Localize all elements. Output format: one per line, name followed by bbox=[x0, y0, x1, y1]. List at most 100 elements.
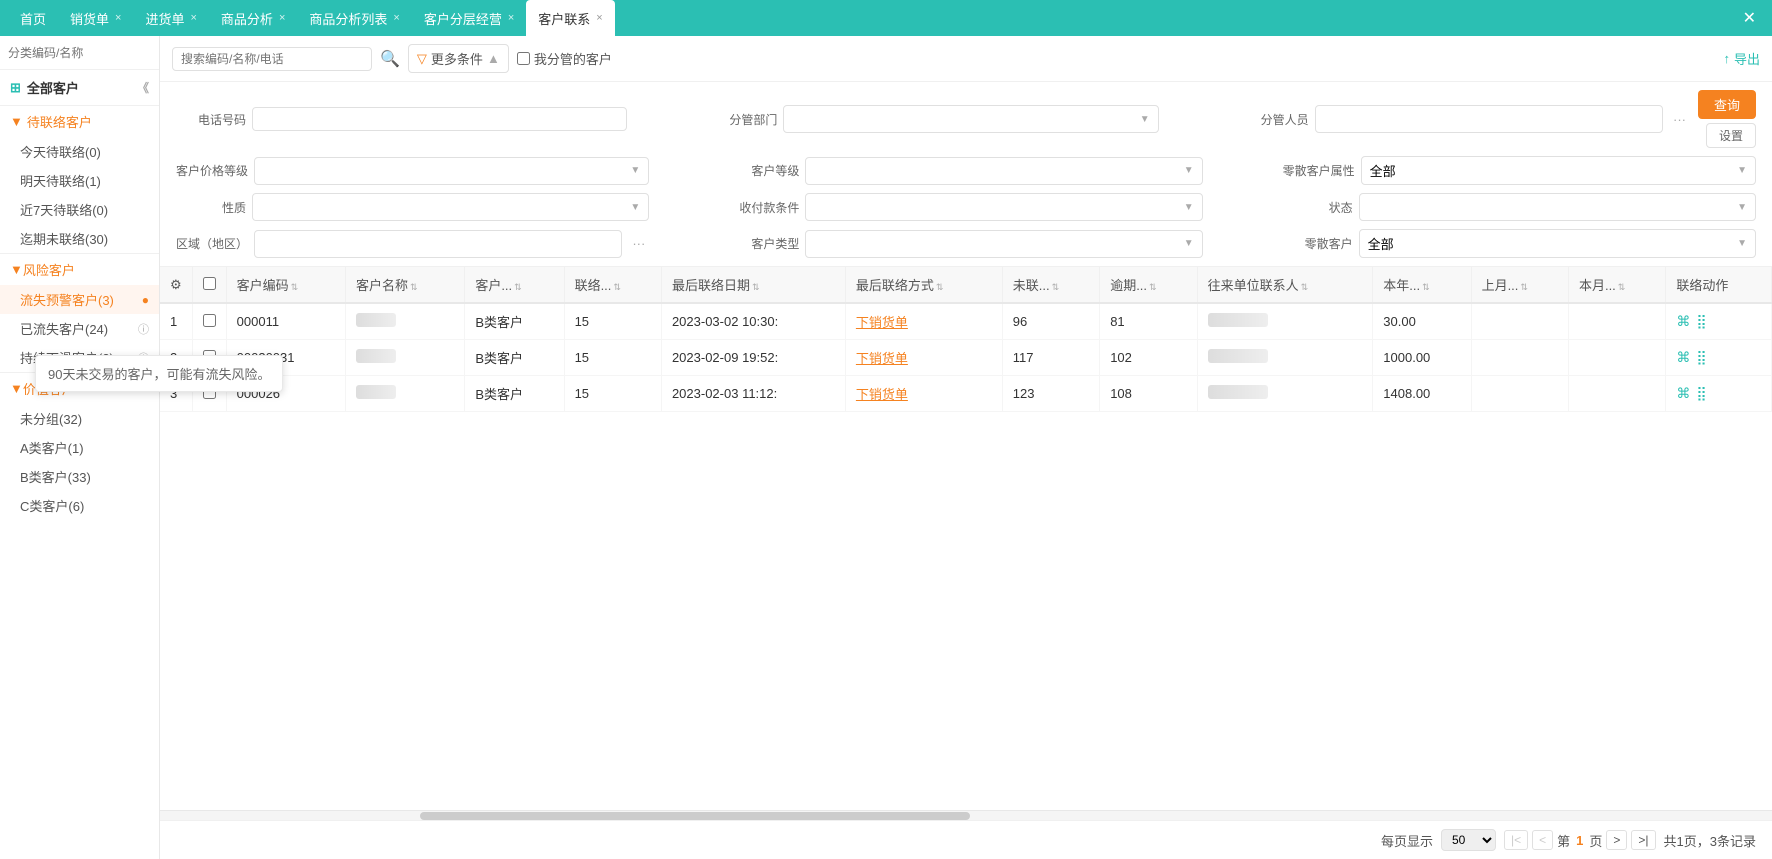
close-icon[interactable]: × bbox=[393, 12, 399, 24]
search-button[interactable]: 🔍 bbox=[380, 49, 400, 69]
per-page-select[interactable]: 50 100 200 bbox=[1441, 829, 1496, 851]
tab-home[interactable]: 首页 bbox=[8, 0, 58, 36]
contact-icon[interactable]: ⌘ bbox=[1676, 385, 1690, 402]
sidebar: 🔍 ⊞ 全部客户 《 ▼ 待联络客户 今天待联络(0) 明天待联络(1) 近7天… bbox=[0, 36, 160, 859]
first-page-button[interactable]: |< bbox=[1504, 830, 1528, 850]
th-uncontact[interactable]: 未联...⇅ bbox=[1002, 267, 1099, 303]
td-overdue: 108 bbox=[1100, 376, 1197, 412]
td-last-method[interactable]: 下销货单 bbox=[845, 303, 1002, 340]
th-overdue[interactable]: 逾期...⇅ bbox=[1100, 267, 1197, 303]
sidebar-item-ungrouped[interactable]: 未分组(32) bbox=[0, 404, 159, 433]
more-dots-icon[interactable]: ··· bbox=[1669, 112, 1690, 127]
sort-arrows-icon: ⇅ bbox=[1301, 282, 1309, 292]
row-checkbox[interactable] bbox=[203, 314, 216, 327]
more-actions-icon[interactable]: ⣿ bbox=[1696, 385, 1706, 402]
search-input[interactable] bbox=[172, 47, 372, 71]
zero-customer-select[interactable]: 全部 ▼ bbox=[1359, 229, 1756, 258]
zero-attr-select[interactable]: 全部 ▼ bbox=[1361, 156, 1756, 185]
sidebar-item-a-class[interactable]: A类客户(1) bbox=[0, 433, 159, 462]
sidebar-item-churn-warning[interactable]: 流失预警客户(3) ● bbox=[0, 285, 159, 314]
th-type[interactable]: 客户...⇅ bbox=[465, 267, 564, 303]
th-name[interactable]: 客户名称⇅ bbox=[345, 267, 464, 303]
th-contact-person[interactable]: 往来单位联系人⇅ bbox=[1197, 267, 1373, 303]
my-customers-checkbox[interactable]: 我分管的客户 bbox=[517, 49, 612, 68]
export-icon: ↑ bbox=[1723, 51, 1730, 66]
type-select[interactable]: ▼ bbox=[805, 230, 1202, 258]
contact-icon[interactable]: ⌘ bbox=[1676, 349, 1690, 366]
payment-select[interactable]: ▼ bbox=[805, 193, 1202, 221]
sidebar-item-7days[interactable]: 近7天待联络(0) bbox=[0, 195, 159, 224]
th-last-method[interactable]: 最后联络方式⇅ bbox=[845, 267, 1002, 303]
th-this-month[interactable]: 本月...⇅ bbox=[1568, 267, 1665, 303]
td-actions: ⌘ ⣿ bbox=[1666, 340, 1772, 376]
tab-sales[interactable]: 销货单 × bbox=[58, 0, 133, 36]
sidebar-item-today[interactable]: 今天待联络(0) bbox=[0, 137, 159, 166]
more-conditions-button[interactable]: ▽ 更多条件 ▲ bbox=[408, 44, 509, 73]
nature-select[interactable]: ▼ bbox=[252, 193, 649, 221]
th-checkbox[interactable] bbox=[192, 267, 226, 303]
phone-input[interactable] bbox=[252, 107, 627, 131]
th-last-date[interactable]: 最后联络日期⇅ bbox=[661, 267, 845, 303]
dept-select[interactable]: ▼ bbox=[783, 105, 1158, 133]
th-last-month[interactable]: 上月...⇅ bbox=[1471, 267, 1568, 303]
tab-product-analysis-list[interactable]: 商品分析列表 × bbox=[297, 0, 411, 36]
sidebar-search-bar[interactable]: 🔍 bbox=[0, 36, 159, 70]
warning-icon: ● bbox=[142, 293, 149, 307]
horizontal-scrollbar[interactable] bbox=[160, 810, 1772, 820]
close-icon[interactable]: × bbox=[115, 12, 121, 24]
td-checkbox[interactable] bbox=[192, 303, 226, 340]
td-last-method[interactable]: 下销货单 bbox=[845, 376, 1002, 412]
region-select[interactable] bbox=[254, 230, 622, 258]
settings-icon[interactable]: ⚙ bbox=[170, 277, 182, 292]
table-row: 2 00030031 B类客户 15 2023-02-09 19:52: 下销货… bbox=[160, 340, 1772, 376]
price-level-select[interactable]: ▼ bbox=[254, 157, 649, 185]
sidebar-item-churned[interactable]: 已流失客户(24) ⓘ bbox=[0, 314, 159, 343]
sidebar-item-overdue[interactable]: 迄期未联络(30) bbox=[0, 224, 159, 253]
payment-label: 收付款条件 bbox=[729, 199, 799, 216]
th-code[interactable]: 客户编码⇅ bbox=[226, 267, 345, 303]
more-dots-icon[interactable]: ··· bbox=[628, 236, 649, 251]
funnel-icon: ▽ bbox=[417, 51, 427, 67]
td-last-method[interactable]: 下销货单 bbox=[845, 340, 1002, 376]
close-icon[interactable]: × bbox=[596, 12, 602, 24]
sidebar-item-c-class[interactable]: C类客户(6) bbox=[0, 491, 159, 520]
settings-button[interactable]: 设置 bbox=[1706, 123, 1756, 148]
export-button[interactable]: ↑ 导出 bbox=[1723, 49, 1760, 68]
window-close-icon[interactable]: ✕ bbox=[1735, 8, 1764, 28]
level-select[interactable]: ▼ bbox=[805, 157, 1202, 185]
per-page-label: 每页显示 bbox=[1381, 831, 1433, 850]
sidebar-group-risk[interactable]: ▼ 风险客户 bbox=[0, 253, 159, 285]
more-actions-icon[interactable]: ⣿ bbox=[1696, 313, 1706, 330]
scrollbar-thumb[interactable] bbox=[420, 812, 970, 820]
last-page-button[interactable]: >| bbox=[1631, 830, 1655, 850]
prev-page-button[interactable]: < bbox=[1532, 830, 1553, 850]
query-button[interactable]: 查询 bbox=[1698, 90, 1756, 119]
sidebar-search-input[interactable] bbox=[8, 46, 160, 60]
th-contact[interactable]: 联络...⇅ bbox=[564, 267, 661, 303]
table-header-row: ⚙ 客户编码⇅ 客户名称⇅ 客户...⇅ bbox=[160, 267, 1772, 303]
chevron-down-icon: ▼ bbox=[630, 165, 640, 176]
tab-purchase[interactable]: 进货单 × bbox=[133, 0, 208, 36]
person-select[interactable] bbox=[1315, 105, 1663, 133]
more-actions-icon[interactable]: ⣿ bbox=[1696, 349, 1706, 366]
close-icon[interactable]: × bbox=[190, 12, 196, 24]
th-this-year[interactable]: 本年...⇅ bbox=[1373, 267, 1471, 303]
my-customers-checkbox-input[interactable] bbox=[517, 52, 530, 65]
close-icon[interactable]: × bbox=[279, 12, 285, 24]
next-page-button[interactable]: > bbox=[1606, 830, 1627, 850]
tab-product-analysis[interactable]: 商品分析 × bbox=[209, 0, 297, 36]
close-icon[interactable]: × bbox=[508, 12, 514, 24]
tab-customer-contact[interactable]: 客户联系 × bbox=[526, 0, 614, 36]
sidebar-group-pending[interactable]: ▼ 待联络客户 bbox=[0, 106, 159, 137]
filter-price-level: 客户价格等级 ▼ bbox=[176, 157, 649, 185]
th-settings[interactable]: ⚙ bbox=[160, 267, 192, 303]
contact-icon[interactable]: ⌘ bbox=[1676, 313, 1690, 330]
select-all-checkbox[interactable] bbox=[203, 277, 216, 290]
sort-arrows-icon: ⇅ bbox=[514, 282, 522, 292]
sidebar-item-b-class[interactable]: B类客户(33) bbox=[0, 462, 159, 491]
sidebar-item-tomorrow[interactable]: 明天待联络(1) bbox=[0, 166, 159, 195]
page-label: 第 bbox=[1557, 831, 1570, 850]
sidebar-all-customers[interactable]: ⊞ 全部客户 《 bbox=[0, 70, 159, 106]
status-select[interactable]: ▼ bbox=[1359, 193, 1756, 221]
tab-customer-segment[interactable]: 客户分层经营 × bbox=[412, 0, 526, 36]
